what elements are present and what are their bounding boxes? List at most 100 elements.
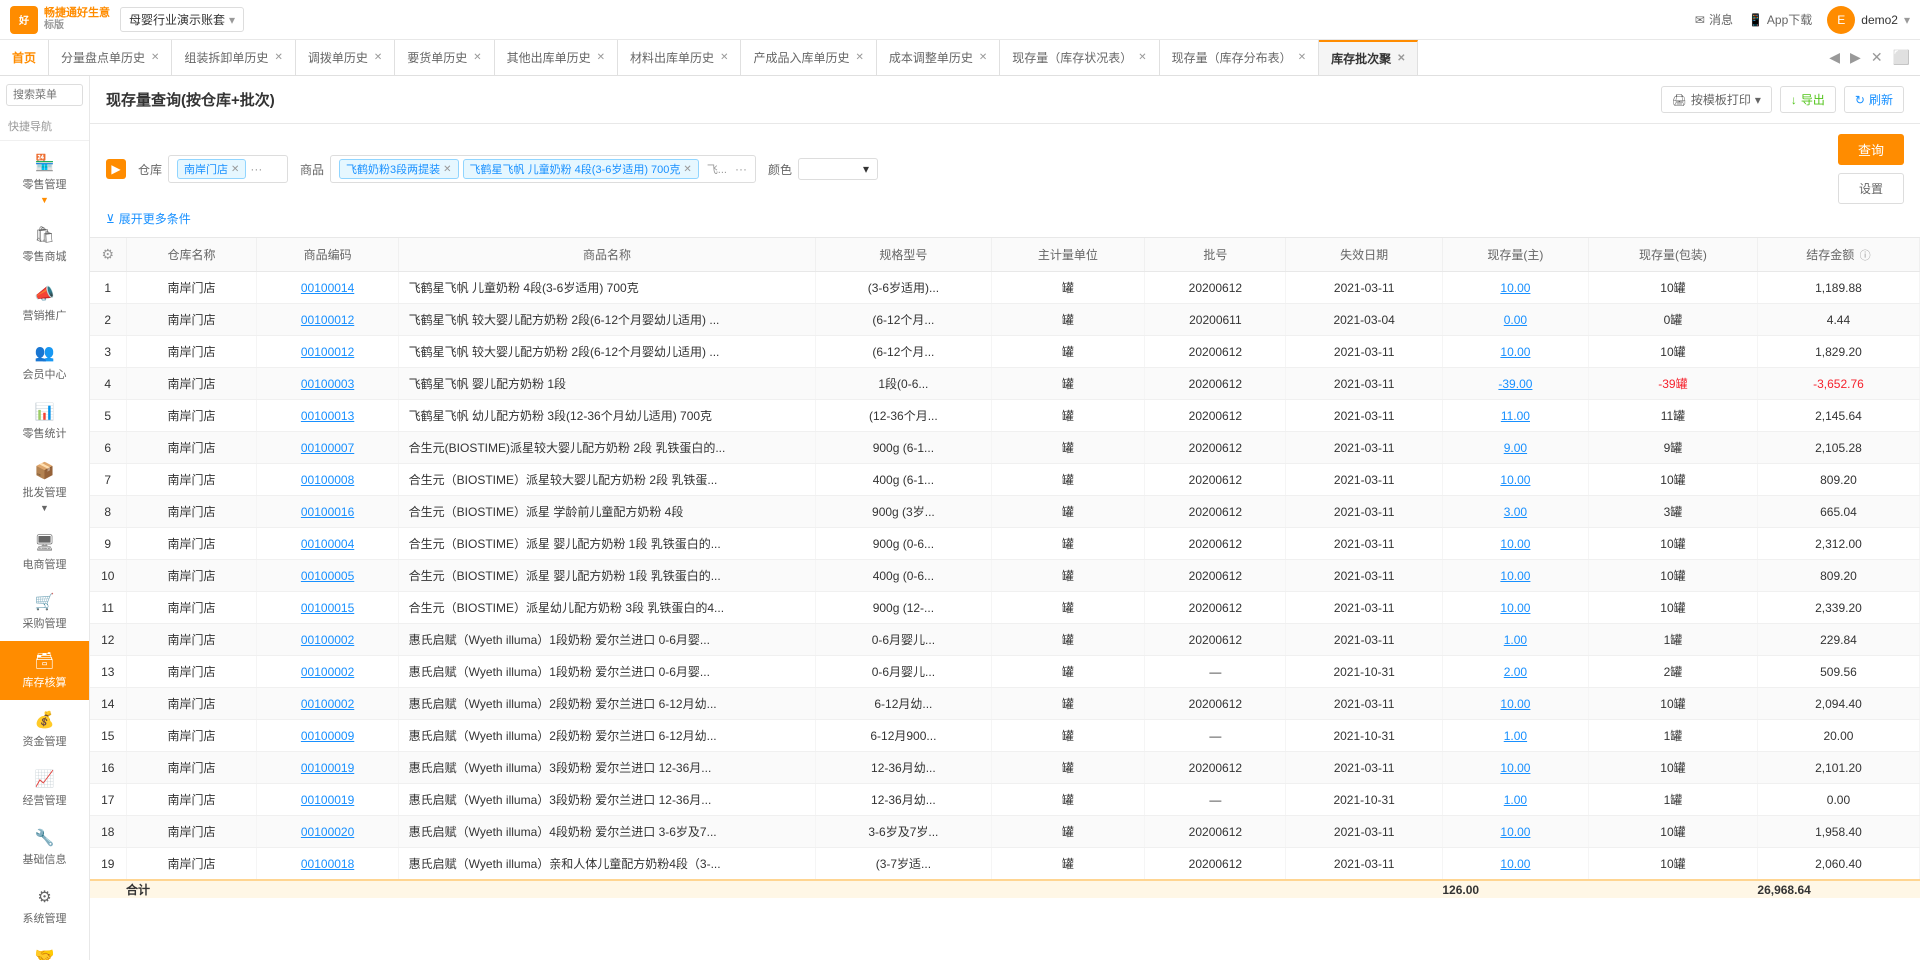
qty-link[interactable]: 1.00: [1504, 793, 1527, 807]
code-link[interactable]: 00100007: [301, 441, 354, 455]
sidebar-item-cai-gou[interactable]: 🛒 采购管理: [0, 582, 89, 641]
tab-cheng-ben[interactable]: 成本调整单历史 ✕: [877, 40, 1000, 76]
refresh-button[interactable]: ↻ 刷新: [1844, 86, 1904, 113]
sidebar-item-ling-shou[interactable]: 🏪 零售管理 ▼: [0, 143, 89, 215]
code-link[interactable]: 00100012: [301, 313, 354, 327]
code-link[interactable]: 00100009: [301, 729, 354, 743]
sidebar-item-ku-cun[interactable]: 🗃 库存核算: [0, 641, 89, 700]
account-dropdown[interactable]: 母婴行业演示账套 ▾: [120, 7, 244, 32]
sidebar-item-ying-xiao[interactable]: 📣 营销推广: [0, 274, 89, 333]
tab-xian-cun-fen[interactable]: 现存量（库存分布表）✕: [1160, 40, 1319, 76]
sidebar-item-ling-shou-tong[interactable]: 📊 零售统计: [0, 392, 89, 451]
qty-link[interactable]: 10.00: [1500, 601, 1530, 615]
code-link[interactable]: 00100002: [301, 697, 354, 711]
goods-tag-close-2[interactable]: ✕: [683, 164, 691, 175]
code-link[interactable]: 00100020: [301, 825, 354, 839]
qty-link[interactable]: 1.00: [1504, 729, 1527, 743]
qty-link[interactable]: 10.00: [1500, 345, 1530, 359]
warehouse-ellipsis[interactable]: ···: [250, 162, 262, 176]
tab-close-all[interactable]: ✕: [1867, 47, 1887, 68]
qty-link[interactable]: 10.00: [1500, 537, 1530, 551]
sidebar-item-pi-fa[interactable]: 📦 批发管理 ▼: [0, 451, 89, 523]
tab-qi-ta-chu[interactable]: 其他出库单历史 ✕: [495, 40, 618, 76]
tab-ku-cun-pi[interactable]: 库存批次聚 ✕: [1319, 40, 1418, 76]
tab-close-icon[interactable]: ✕: [855, 52, 863, 63]
sidebar-item-jing-ying[interactable]: 📈 经营管理: [0, 759, 89, 818]
tab-zu-chai[interactable]: 组装拆卸单历史 ✕: [172, 40, 295, 76]
setting-button[interactable]: 设置: [1838, 173, 1904, 204]
tab-arrow-right[interactable]: ▶: [1846, 47, 1865, 68]
qty-link[interactable]: 9.00: [1504, 441, 1527, 455]
tab-fen-pan[interactable]: 分量盘点单历史 ✕: [49, 40, 172, 76]
qty-link[interactable]: 10.00: [1500, 569, 1530, 583]
sidebar-item-hui-yuan[interactable]: 👥 会员中心: [0, 333, 89, 392]
search-input[interactable]: [6, 84, 83, 106]
sidebar-item-zi-jin[interactable]: 💰 资金管理: [0, 700, 89, 759]
sidebar-item-ji-chu[interactable]: 🔧 基础信息: [0, 818, 89, 877]
qty-link[interactable]: 11.00: [1501, 409, 1530, 423]
tab-yao-huo[interactable]: 要货单历史 ✕: [395, 40, 494, 76]
code-link[interactable]: 00100019: [301, 761, 354, 775]
code-link[interactable]: 00100012: [301, 345, 354, 359]
tab-close-icon-active[interactable]: ✕: [1397, 53, 1405, 64]
code-link[interactable]: 00100003: [301, 377, 354, 391]
qty-link[interactable]: 2.00: [1504, 665, 1527, 679]
tab-close-icon[interactable]: ✕: [374, 52, 382, 63]
qty-link[interactable]: 10.00: [1500, 697, 1530, 711]
export-button[interactable]: ↓ 导出: [1780, 86, 1836, 113]
tab-close-icon[interactable]: ✕: [979, 52, 987, 63]
tab-xian-cun-zhuang[interactable]: 现存量（库存状况表）✕: [1000, 40, 1159, 76]
color-select[interactable]: ▾: [798, 158, 878, 180]
qty-link[interactable]: 10.00: [1500, 761, 1530, 775]
code-link[interactable]: 00100015: [301, 601, 354, 615]
qty-link[interactable]: 10.00: [1500, 825, 1530, 839]
qty-link[interactable]: 10.00: [1500, 281, 1530, 295]
app-download-btn[interactable]: 📱 App下载: [1748, 11, 1812, 28]
code-link[interactable]: 00100019: [301, 793, 354, 807]
code-link[interactable]: 00100002: [301, 633, 354, 647]
tab-tiao-bo[interactable]: 调拨单历史 ✕: [296, 40, 395, 76]
query-button[interactable]: 查询: [1838, 134, 1904, 165]
tab-close-icon[interactable]: ✕: [1138, 52, 1146, 63]
qty-link[interactable]: 3.00: [1504, 505, 1527, 519]
tab-close-icon[interactable]: ✕: [597, 52, 605, 63]
goods-tag-close-1[interactable]: ✕: [443, 164, 451, 175]
qty-link[interactable]: 0.00: [1504, 313, 1527, 327]
sidebar-item-xi-tong[interactable]: ⚙ 系统管理: [0, 877, 89, 936]
tab-arrow-left[interactable]: ◀: [1825, 47, 1844, 68]
tab-cai-liao-chu[interactable]: 材料出库单历史 ✕: [618, 40, 741, 76]
filter-expand-arrow[interactable]: ▶: [106, 159, 126, 179]
code-link[interactable]: 00100004: [301, 537, 354, 551]
expand-more-btn[interactable]: ⊻ 展开更多条件: [106, 210, 1904, 227]
code-link[interactable]: 00100014: [301, 281, 354, 295]
amount-info-icon[interactable]: ⓘ: [1860, 250, 1871, 262]
code-link[interactable]: 00100016: [301, 505, 354, 519]
print-button[interactable]: 🖨 按模板打印 ▾: [1661, 86, 1772, 113]
code-link[interactable]: 00100013: [301, 409, 354, 423]
tab-maximize[interactable]: ⬜: [1889, 47, 1914, 68]
tab-chan-pin-ru[interactable]: 产成品入库单历史 ✕: [741, 40, 876, 76]
qty-link[interactable]: 1.00: [1504, 633, 1527, 647]
code-link[interactable]: 00100002: [301, 665, 354, 679]
col-settings[interactable]: ⚙: [90, 238, 126, 272]
goods-tag-input[interactable]: 飞鹤奶粉3段两提装 ✕ 飞鹤星飞帆 儿童奶粉 4段(3-6岁适用) 700克 ✕…: [330, 155, 756, 183]
tab-close-icon[interactable]: ✕: [720, 52, 728, 63]
qty-link[interactable]: -39.00: [1498, 377, 1532, 391]
sidebar-item-ling-shou-shang[interactable]: 🛍 零售商城: [0, 215, 89, 274]
sidebar-item-qi-ye[interactable]: 🤝 企业协同: [0, 936, 89, 960]
warehouse-tag-input[interactable]: 南岸门店 ✕ ···: [168, 155, 288, 183]
code-link[interactable]: 00100005: [301, 569, 354, 583]
column-settings-icon[interactable]: ⚙: [101, 246, 114, 262]
tab-close-icon[interactable]: ✕: [151, 52, 159, 63]
tab-close-icon[interactable]: ✕: [1298, 52, 1306, 63]
tab-close-icon[interactable]: ✕: [274, 52, 282, 63]
message-btn[interactable]: ✉ 消息: [1695, 11, 1733, 28]
tab-close-icon[interactable]: ✕: [473, 52, 481, 63]
code-link[interactable]: 00100018: [301, 857, 354, 871]
code-link[interactable]: 00100008: [301, 473, 354, 487]
goods-ellipsis[interactable]: ···: [735, 162, 747, 176]
tab-home[interactable]: 首页: [0, 40, 49, 76]
qty-link[interactable]: 10.00: [1500, 857, 1530, 871]
qty-link[interactable]: 10.00: [1500, 473, 1530, 487]
warehouse-tag-close[interactable]: ✕: [231, 164, 239, 175]
